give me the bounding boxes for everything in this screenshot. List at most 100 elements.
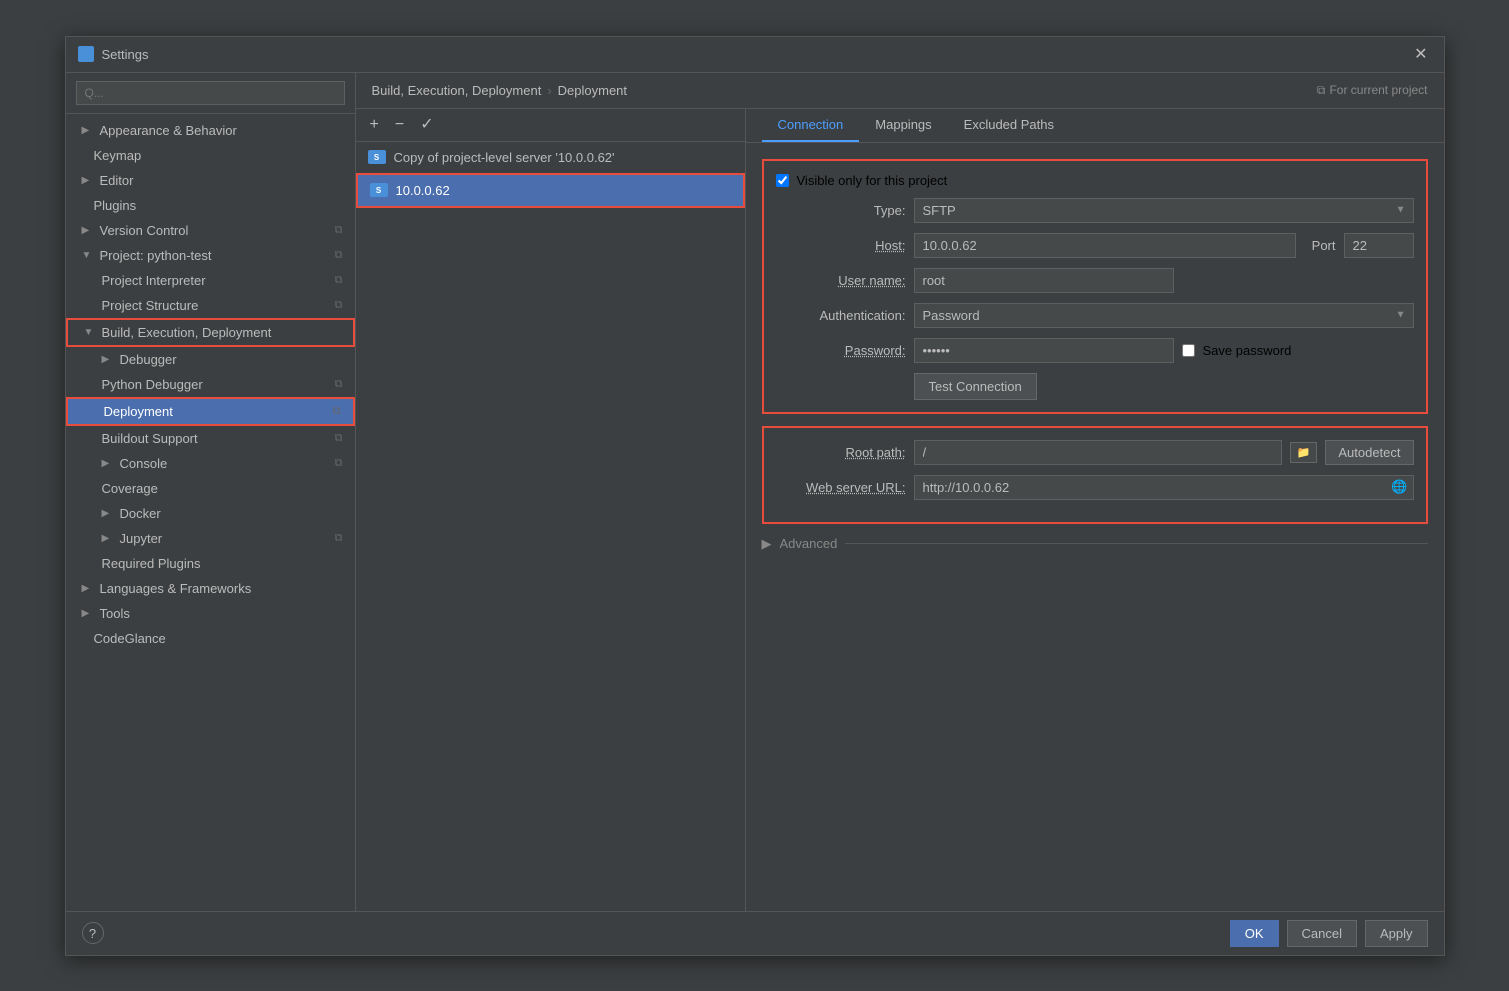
sidebar-item-project-interpreter[interactable]: Project Interpreter ⧉ (66, 268, 355, 293)
project-icon: ⧉ (1317, 83, 1326, 98)
sidebar-item-jupyter[interactable]: ▶ Jupyter ⧉ (66, 526, 355, 551)
host-input[interactable] (914, 233, 1296, 258)
config-panel: Connection Mappings Excluded Paths (746, 109, 1444, 911)
host-row: Host: Port (776, 233, 1414, 258)
sidebar-item-appearance[interactable]: ▶ Appearance & Behavior (66, 118, 355, 143)
search-input[interactable] (76, 81, 345, 105)
host-label: Host: (776, 238, 906, 253)
sidebar-item-label: Appearance & Behavior (100, 123, 237, 138)
sidebar-item-version-control[interactable]: ▶ Version Control ⧉ (66, 218, 355, 243)
tab-excluded-paths[interactable]: Excluded Paths (948, 109, 1070, 142)
breadcrumb-current: Deployment (558, 83, 627, 98)
config-content: Visible only for this project Type: SFTP (746, 143, 1444, 911)
main-panel: Build, Execution, Deployment › Deploymen… (356, 73, 1444, 911)
sidebar-item-codeglance[interactable]: CodeGlance (66, 626, 355, 651)
sidebar-item-label: Project: python-test (100, 248, 212, 263)
save-password-label: Save password (1203, 343, 1292, 358)
for-current-project-badge: ⧉ For current project (1317, 83, 1428, 98)
visible-only-checkbox[interactable] (776, 174, 789, 187)
arrow-icon: ▶ (102, 508, 114, 519)
arrow-icon: ▶ (82, 608, 94, 619)
sidebar-item-label: Console (120, 456, 168, 471)
search-box (66, 73, 355, 114)
copy-icon: ⧉ (335, 378, 343, 391)
add-server-button[interactable]: + (366, 115, 383, 135)
auth-label: Authentication: (776, 308, 906, 323)
sidebar-item-label: Keymap (94, 148, 142, 163)
arrow-icon: ▶ (82, 225, 94, 236)
advanced-divider (845, 543, 1427, 544)
sidebar-item-python-debugger[interactable]: Python Debugger ⧉ (66, 372, 355, 397)
type-select[interactable]: SFTP (914, 198, 1414, 223)
sidebar-item-tools[interactable]: ▶ Tools (66, 601, 355, 626)
visible-only-row: Visible only for this project (776, 173, 1414, 188)
cancel-button[interactable]: Cancel (1287, 920, 1357, 947)
auth-select-wrapper: Password (914, 303, 1414, 328)
sidebar-item-label: Project Structure (102, 298, 199, 313)
browse-button[interactable]: 📁 (1290, 442, 1318, 463)
for-current-project-label: For current project (1329, 83, 1427, 97)
auth-select[interactable]: Password (914, 303, 1414, 328)
copy-icon: ⧉ (335, 432, 343, 445)
username-input[interactable] (914, 268, 1174, 293)
copy-icon: ⧉ (335, 457, 343, 470)
save-password-checkbox[interactable] (1182, 344, 1195, 357)
tab-mappings[interactable]: Mappings (859, 109, 947, 142)
sidebar-item-label: Project Interpreter (102, 273, 206, 288)
server-item-main[interactable]: S 10.0.0.62 (356, 173, 745, 208)
autodetect-button[interactable]: Autodetect (1325, 440, 1413, 465)
sftp-icon: S (370, 183, 388, 197)
save-password-row: Save password (1182, 343, 1292, 358)
sidebar-item-plugins[interactable]: Plugins (66, 193, 355, 218)
sidebar-item-label: Tools (100, 606, 130, 621)
sidebar-item-keymap[interactable]: Keymap (66, 143, 355, 168)
sidebar-item-buildout[interactable]: Buildout Support ⧉ (66, 426, 355, 451)
tab-connection[interactable]: Connection (762, 109, 860, 142)
password-input[interactable] (914, 338, 1174, 363)
sidebar-item-required-plugins[interactable]: Required Plugins (66, 551, 355, 576)
web-url-row: Web server URL: 🌐 (776, 475, 1414, 500)
arrow-icon: ▼ (82, 250, 94, 261)
password-row: Password: Save password (776, 338, 1414, 363)
copy-icon: ⧉ (335, 249, 343, 262)
visible-only-label: Visible only for this project (797, 173, 948, 188)
breadcrumb-parent: Build, Execution, Deployment (372, 83, 542, 98)
check-server-button[interactable]: ✓ (416, 115, 437, 135)
panel-content: + − ✓ S Copy of project-level server '10… (356, 109, 1444, 911)
sidebar-item-deployment[interactable]: Deployment ⧉ (66, 397, 355, 426)
server-list-toolbar: + − ✓ (356, 109, 745, 142)
close-button[interactable]: ✕ (1410, 40, 1431, 68)
connection-main-box: Visible only for this project Type: SFTP (762, 159, 1428, 414)
sidebar-item-languages[interactable]: ▶ Languages & Frameworks (66, 576, 355, 601)
sidebar-item-label: Coverage (102, 481, 158, 496)
panel-header: Build, Execution, Deployment › Deploymen… (356, 73, 1444, 109)
settings-dialog: Settings ✕ ▶ Appearance & Behavior Keyma… (65, 36, 1445, 956)
port-input[interactable] (1344, 233, 1414, 258)
tabs: Connection Mappings Excluded Paths (746, 109, 1444, 143)
test-connection-button[interactable]: Test Connection (914, 373, 1037, 400)
sidebar-item-docker[interactable]: ▶ Docker (66, 501, 355, 526)
sidebar-item-project-structure[interactable]: Project Structure ⧉ (66, 293, 355, 318)
remove-server-button[interactable]: − (391, 115, 408, 135)
arrow-icon: ▶ (102, 533, 114, 544)
breadcrumb-separator: › (547, 83, 551, 98)
root-path-input[interactable] (914, 440, 1282, 465)
sidebar-item-build-execution[interactable]: ▼ Build, Execution, Deployment (66, 318, 355, 347)
copy-icon: ⧉ (335, 274, 343, 287)
web-url-input[interactable] (914, 475, 1414, 500)
sidebar-item-label: Deployment (104, 404, 173, 419)
sidebar-item-console[interactable]: ▶ Console ⧉ (66, 451, 355, 476)
server-item-copy[interactable]: S Copy of project-level server '10.0.0.6… (356, 142, 745, 173)
apply-button[interactable]: Apply (1365, 920, 1428, 947)
sidebar-item-editor[interactable]: ▶ Editor (66, 168, 355, 193)
ok-button[interactable]: OK (1230, 920, 1279, 947)
help-button[interactable]: ? (82, 922, 104, 944)
dialog-body: ▶ Appearance & Behavior Keymap ▶ Editor … (66, 73, 1444, 911)
sidebar-item-coverage[interactable]: Coverage (66, 476, 355, 501)
type-label: Type: (776, 203, 906, 218)
arrow-icon: ▼ (84, 327, 96, 338)
connection-path-box: Root path: 📁 Autodetect Web server URL: (762, 426, 1428, 524)
sidebar-item-project[interactable]: ▼ Project: python-test ⧉ (66, 243, 355, 268)
server-name: Copy of project-level server '10.0.0.62' (394, 150, 615, 165)
sidebar-item-debugger[interactable]: ▶ Debugger (66, 347, 355, 372)
